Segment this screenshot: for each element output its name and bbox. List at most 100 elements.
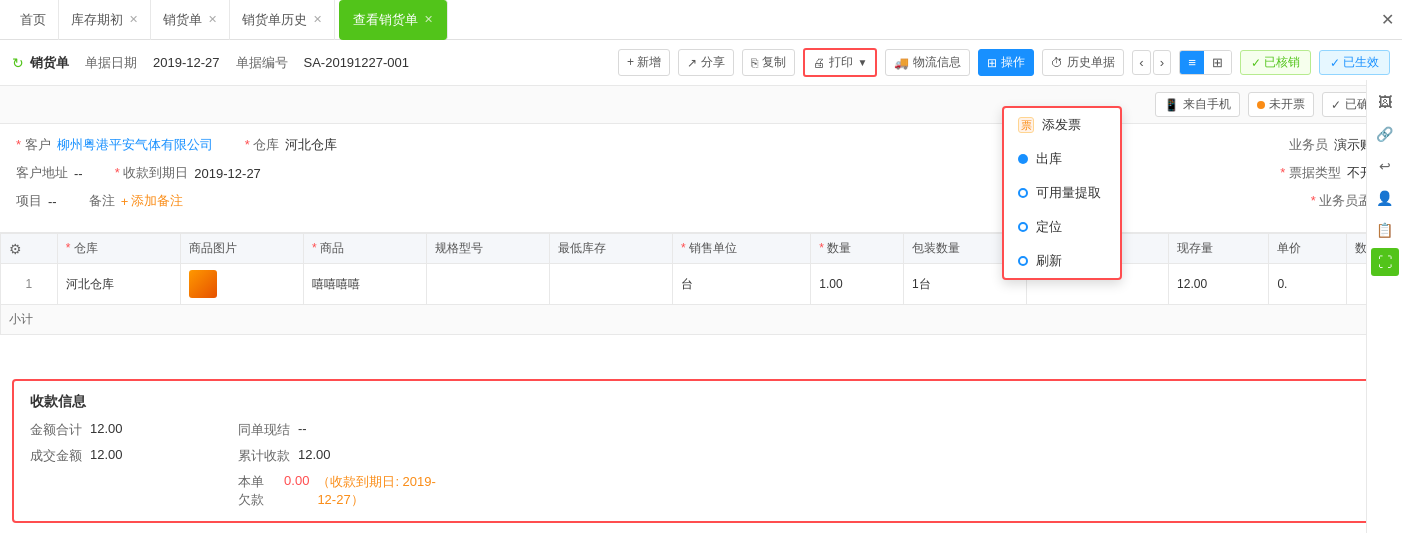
print-icon: 🖨: [813, 56, 825, 70]
print-button[interactable]: 🖨 打印 ▼: [803, 48, 877, 77]
cumulative-value: 12.00: [298, 447, 331, 465]
sales-staff-label: 业务员孟: [1311, 192, 1372, 210]
share-label: 分享: [701, 54, 725, 71]
customer-value[interactable]: 柳州粤港平安气体有限公司: [57, 136, 213, 154]
new-label: + 新增: [627, 54, 661, 71]
grid-view-button[interactable]: ⊞: [1204, 51, 1231, 74]
tab-inventory-init[interactable]: 库存期初 ✕: [59, 0, 151, 40]
current-owed-value: 0.00: [284, 473, 309, 509]
date-label: 单据日期: [85, 54, 137, 72]
invoice-status-label: 未开票: [1269, 96, 1305, 113]
history-button[interactable]: ⏱ 历史单据: [1042, 49, 1124, 76]
row-img: [180, 264, 303, 305]
row-stock: 12.00: [1169, 264, 1269, 305]
ops-button[interactable]: ⊞ 操作: [978, 49, 1034, 76]
tab-inventory-close[interactable]: ✕: [129, 13, 138, 26]
ops-icon: ⊞: [987, 56, 997, 70]
share-button[interactable]: ↗ 分享: [678, 49, 734, 76]
settings-icon[interactable]: ⚙: [9, 241, 22, 257]
due-date-value: 2019-12-27: [194, 166, 261, 181]
tab-view-sales[interactable]: 查看销货单 ✕: [339, 0, 448, 40]
add-note-button[interactable]: + 添加备注: [121, 192, 184, 210]
form-row-2: 客户地址 -- 收款到期日 2019-12-27 票据类型 不开票: [16, 164, 1386, 182]
tab-home[interactable]: 首页: [8, 0, 59, 40]
ticket-type-label: 票据类型: [1280, 164, 1341, 182]
no-value: SA-20191227-001: [304, 55, 410, 70]
locate-icon: [1018, 222, 1028, 232]
table-header-row: ⚙ * 仓库 商品图片 * 商品 规格型号 最低库存 * 销售单位 * 数量 包…: [1, 234, 1402, 264]
next-button[interactable]: ›: [1153, 50, 1171, 75]
sub-toolbar: 📱 来自手机 未开票 ✓ 已确认: [0, 86, 1402, 124]
col-price: 单价: [1269, 234, 1347, 264]
due-date-label: 收款到期日: [115, 164, 189, 182]
deal-amount-value: 12.00: [90, 447, 123, 465]
history-icon: ⏱: [1051, 56, 1063, 70]
customer-field: 客户 柳州粤港平安气体有限公司: [16, 136, 213, 154]
col-stock: 现存量: [1169, 234, 1269, 264]
refresh-icon: [1018, 256, 1028, 266]
new-button[interactable]: + 新增: [618, 49, 670, 76]
sidebar-expand-btn[interactable]: ⛶: [1371, 248, 1399, 276]
doc-icon: ↻: [12, 55, 24, 71]
col-product: * 商品: [303, 234, 426, 264]
sidebar-user-btn[interactable]: 👤: [1371, 184, 1399, 212]
locate-item[interactable]: 定位: [1004, 210, 1120, 244]
list-view-button[interactable]: ≡: [1180, 51, 1204, 74]
deal-amount-label: 成交金额: [30, 447, 82, 465]
warehouse-value: 河北仓库: [285, 136, 337, 154]
from-phone-button[interactable]: 📱 来自手机: [1155, 92, 1240, 117]
due-note: （收款到期日: 2019-12-27）: [317, 473, 438, 509]
tab-history-close[interactable]: ✕: [313, 13, 322, 26]
form-area: 客户 柳州粤港平安气体有限公司 仓库 河北仓库 业务员 演示账号 客户地址 --: [0, 124, 1402, 233]
logistics-button[interactable]: 🚚 物流信息: [885, 49, 970, 76]
row-warehouse: 河北仓库: [57, 264, 180, 305]
note-field: 备注 + 添加备注: [89, 192, 184, 210]
check2-icon: ✓: [1330, 56, 1340, 70]
tab-sales-close[interactable]: ✕: [208, 13, 217, 26]
due-date-field: 收款到期日 2019-12-27: [115, 164, 261, 182]
customer-label: 客户: [16, 136, 51, 154]
invoice-status-button[interactable]: 未开票: [1248, 92, 1314, 117]
same-order-value: --: [298, 421, 307, 439]
note-label: 备注: [89, 192, 115, 210]
staff-label: 业务员: [1289, 136, 1328, 154]
payment-grid: 金额合计 12.00 同单现结 -- 成交金额 12.00 累计收款 12.00: [30, 421, 1372, 509]
share-icon: ↗: [687, 56, 697, 70]
address-label: 客户地址: [16, 164, 68, 182]
add-note-label: 添加备注: [131, 192, 183, 210]
tab-view-close[interactable]: ✕: [424, 13, 433, 26]
print-label: 打印: [829, 54, 853, 71]
same-order-item: 同单现结 --: [238, 421, 438, 439]
warehouse-field: 仓库 河北仓库: [245, 136, 338, 154]
address-field: 客户地址 --: [16, 164, 83, 182]
prev-button[interactable]: ‹: [1132, 50, 1150, 75]
tab-inventory-label: 库存期初: [71, 11, 123, 29]
sidebar-image-btn[interactable]: 🖼: [1371, 88, 1399, 116]
plus-icon: +: [121, 194, 129, 209]
badge-cancelled: ✓ 已核销: [1240, 50, 1311, 75]
doc-title: 销货单: [30, 54, 69, 72]
badge-effective: ✓ 已生效: [1319, 50, 1390, 75]
sidebar-return-btn[interactable]: ↩: [1371, 152, 1399, 180]
tab-sales-history[interactable]: 销货单历史 ✕: [230, 0, 335, 40]
right-sidebar: 🖼 🔗 ↩ 👤 📋 ⛶: [1366, 80, 1402, 533]
outbound-item[interactable]: 出库: [1004, 142, 1120, 176]
refresh-item[interactable]: 刷新: [1004, 244, 1120, 278]
available-qty-item[interactable]: 可用量提取: [1004, 176, 1120, 210]
tab-sales-order[interactable]: 销货单 ✕: [151, 0, 230, 40]
add-invoice-item[interactable]: 票 添发票: [1004, 108, 1120, 142]
check-icon: ✓: [1251, 56, 1261, 70]
tab-sales-label: 销货单: [163, 11, 202, 29]
available-qty-label: 可用量提取: [1036, 184, 1101, 202]
history-label: 历史单据: [1067, 54, 1115, 71]
table-row: 1 河北仓库 嘻嘻嘻嘻 台 1.00 1台 12.00 0.: [1, 264, 1402, 305]
sidebar-link-btn[interactable]: 🔗: [1371, 120, 1399, 148]
window-close-button[interactable]: ✕: [1381, 10, 1394, 29]
add-invoice-label: 添发票: [1042, 116, 1081, 134]
total-amount-label: 金额合计: [30, 421, 82, 439]
sidebar-clipboard-btn[interactable]: 📋: [1371, 216, 1399, 244]
payment-title: 收款信息: [30, 393, 1372, 411]
copy-button[interactable]: ⎘ 复制: [742, 49, 795, 76]
row-product: 嘻嘻嘻嘻: [303, 264, 426, 305]
outbound-label: 出库: [1036, 150, 1062, 168]
